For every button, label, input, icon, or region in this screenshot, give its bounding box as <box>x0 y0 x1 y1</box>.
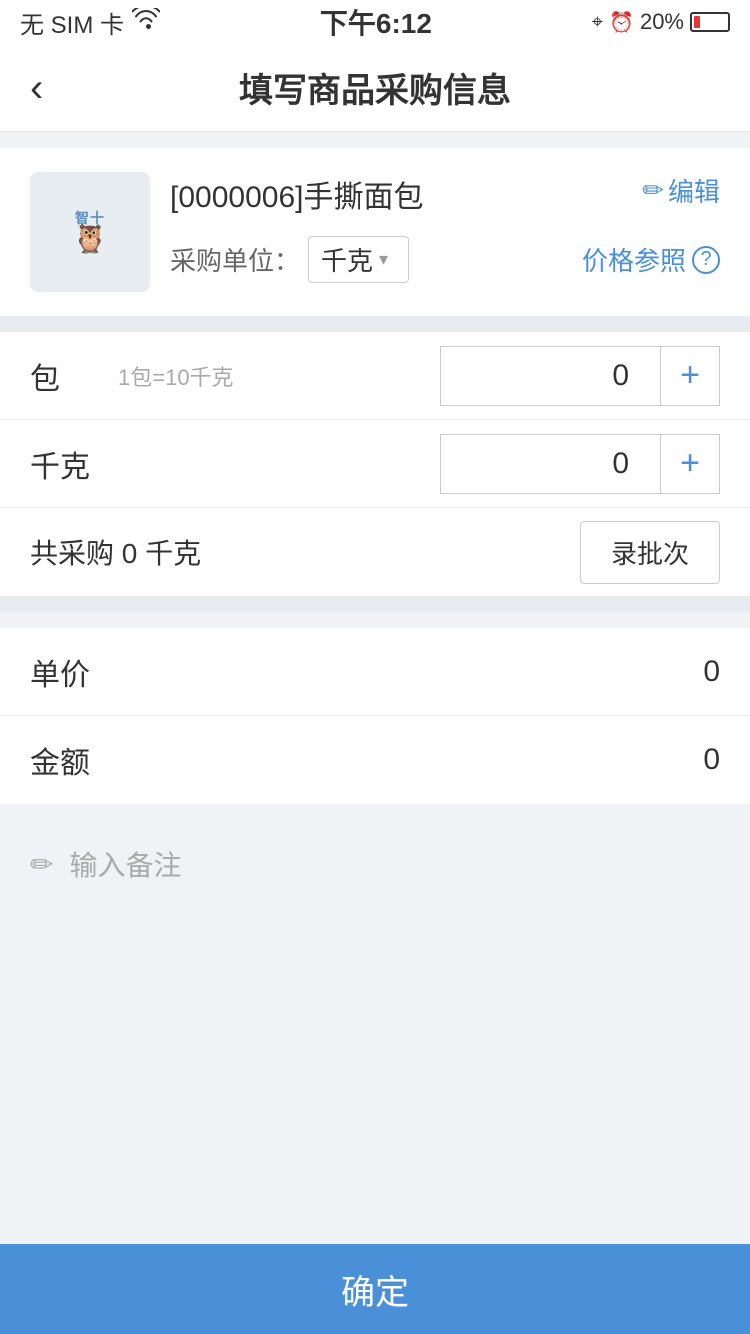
product-thumbnail: 智十 🦉 <box>30 172 150 292</box>
unit-price-row: 单价 0 <box>0 628 750 716</box>
amount-row: 金额 0 <box>0 716 750 804</box>
pack-input-row: 包 1包=10千克 + <box>0 332 750 420</box>
unit-selector[interactable]: 千克 ▾ <box>308 236 409 283</box>
product-title-row: [0000006]手撕面包 ✏ 编辑 <box>170 172 720 216</box>
input-section: 包 1包=10千克 + 千克 + <box>0 332 750 508</box>
unit-price-label: 单价 <box>30 650 90 694</box>
pack-plus-button[interactable]: + <box>660 346 720 406</box>
edit-label: 编辑 <box>668 172 720 209</box>
dropdown-arrow-icon: ▾ <box>379 249 388 270</box>
section-divider-1 <box>0 316 750 332</box>
price-ref-button[interactable]: 价格参照 ? <box>582 241 720 278</box>
status-bar: 无 SIM 卡 下午6:12 ⌖ ⏰ 20% <box>0 0 750 44</box>
status-right: ⌖ ⏰ 20% <box>592 9 730 35</box>
pencil-icon: ✏ <box>30 848 53 881</box>
kg-controls: + <box>440 434 720 494</box>
wifi-icon <box>132 8 160 37</box>
content-spacer <box>0 940 750 1240</box>
unit-value: 千克 <box>321 241 373 278</box>
status-time: 下午6:12 <box>320 2 432 42</box>
amount-value: 0 <box>703 743 720 777</box>
back-button[interactable]: ‹ <box>30 68 43 108</box>
kg-input-row: 千克 + <box>0 420 750 508</box>
notes-placeholder: 输入备注 <box>69 844 181 884</box>
carrier-text: 无 SIM 卡 <box>20 5 124 40</box>
kg-plus-button[interactable]: + <box>660 434 720 494</box>
help-icon: ? <box>692 246 720 274</box>
unit-price-value: 0 <box>703 655 720 689</box>
kg-input[interactable] <box>440 434 660 494</box>
summary-text: 共采购 0 千克 <box>30 532 201 572</box>
pack-input[interactable] <box>440 346 660 406</box>
edit-icon: ✏ <box>642 175 664 206</box>
purchase-unit-label: 采购单位： <box>170 241 300 278</box>
price-section: 单价 0 金额 0 <box>0 628 750 804</box>
battery-icon <box>690 12 730 32</box>
confirm-button[interactable]: 确定 <box>0 1244 750 1334</box>
battery-percent: 20% <box>640 9 684 35</box>
location-icon: ⌖ <box>592 11 603 34</box>
product-info: [0000006]手撕面包 ✏ 编辑 采购单位： 千克 ▾ 价格参照 ? <box>170 172 720 283</box>
kg-label: 千克 <box>30 442 110 486</box>
purchase-unit-row: 采购单位： 千克 ▾ 价格参照 ? <box>170 236 720 283</box>
product-name: [0000006]手撕面包 <box>170 172 423 216</box>
amount-label: 金额 <box>30 738 90 782</box>
section-divider-2 <box>0 596 750 612</box>
pack-sublabel: 1包=10千克 <box>118 360 234 392</box>
alarm-icon: ⏰ <box>609 10 634 35</box>
notes-section[interactable]: ✏ 输入备注 <box>0 820 750 940</box>
pack-label: 包 <box>30 354 110 398</box>
edit-link[interactable]: ✏ 编辑 <box>642 172 720 209</box>
product-card: 智十 🦉 [0000006]手撕面包 ✏ 编辑 采购单位： 千克 ▾ 价格参照 … <box>0 148 750 316</box>
pack-controls: + <box>440 346 720 406</box>
price-ref-label: 价格参照 <box>582 241 686 278</box>
page-title: 填写商品采购信息 <box>239 63 511 112</box>
batch-button[interactable]: 录批次 <box>580 521 720 584</box>
status-carrier: 无 SIM 卡 <box>20 5 160 40</box>
nav-bar: ‹ 填写商品采购信息 <box>0 44 750 132</box>
summary-row: 共采购 0 千克 录批次 <box>0 508 750 596</box>
product-logo: 智十 🦉 <box>73 211 108 253</box>
